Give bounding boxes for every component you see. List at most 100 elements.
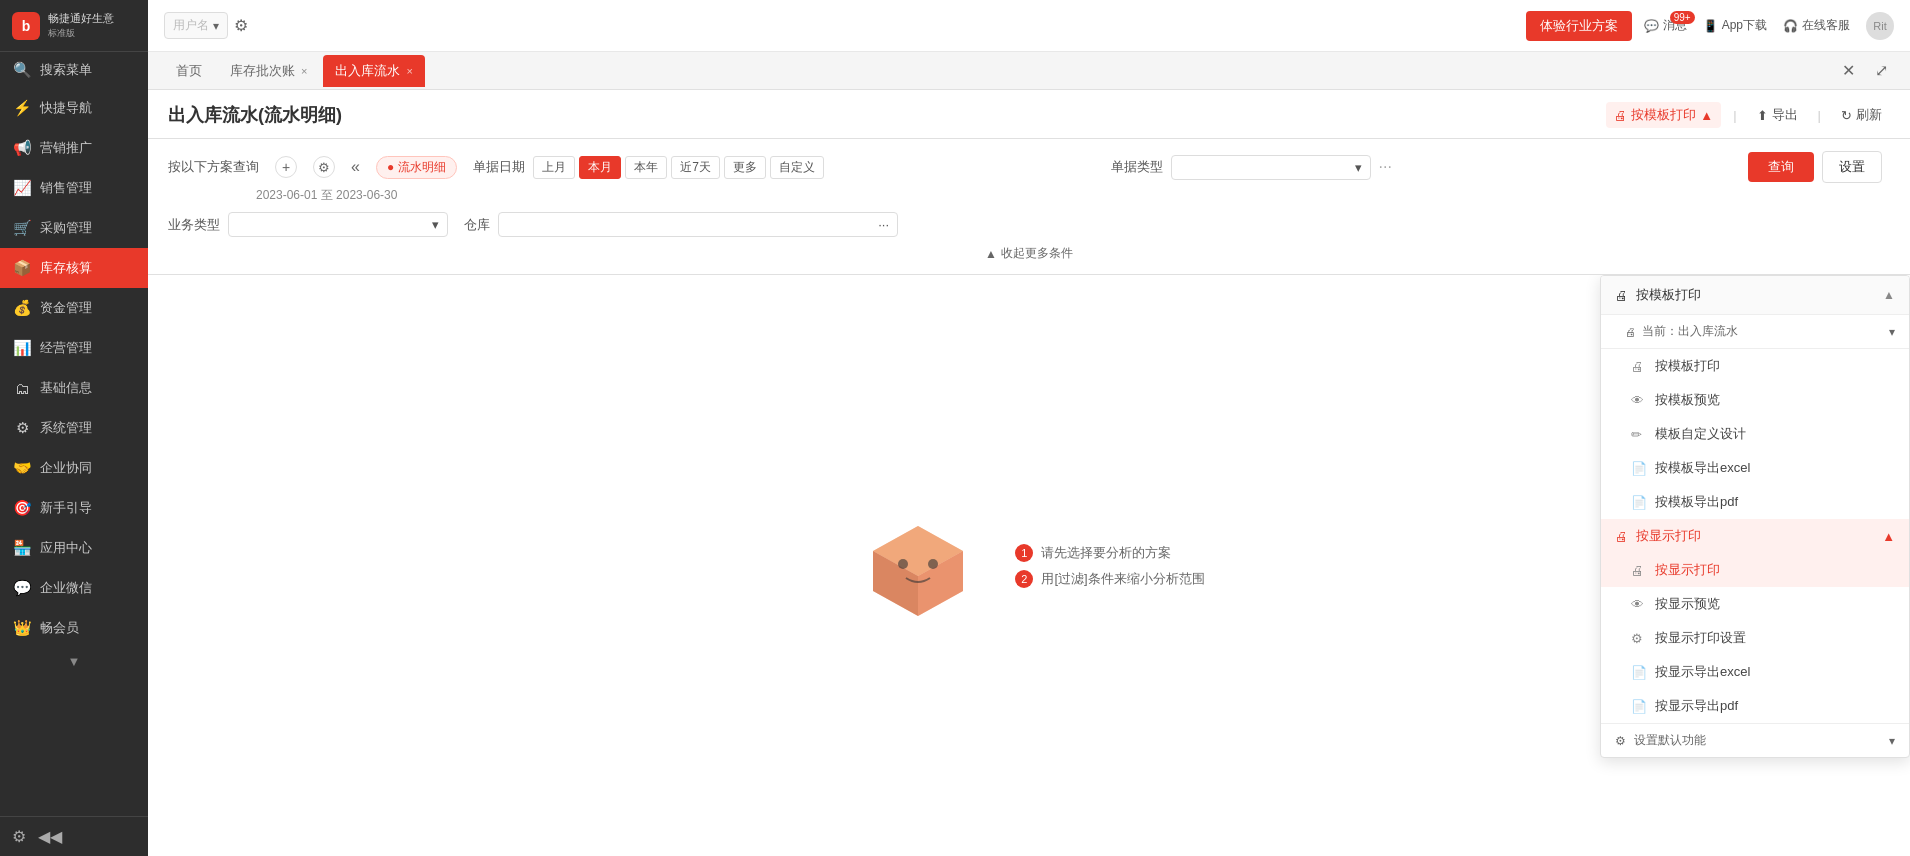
collapse-more-btn[interactable]: ▲ 收起更多条件	[985, 245, 1073, 262]
display-print-label: 按显示打印	[1655, 561, 1720, 579]
date-this-month-btn[interactable]: 本月	[579, 156, 621, 179]
sidebar-item-search[interactable]: 🔍 搜索菜单	[0, 52, 148, 88]
sidebar-item-system[interactable]: ⚙ 系统管理	[0, 408, 148, 448]
sidebar-purchase-label: 采购管理	[40, 219, 92, 237]
app-download-label: App下载	[1722, 17, 1767, 34]
collapse-sidebar-icon[interactable]: ◀◀	[38, 827, 62, 846]
dropdown-item-template-print[interactable]: 🖨 按模板打印	[1601, 349, 1909, 383]
sidebar-item-appstore[interactable]: 🏪 应用中心	[0, 528, 148, 568]
display-pdf-icon: 📄	[1631, 699, 1647, 714]
sidebar-collab-label: 企业协同	[40, 459, 92, 477]
bill-type-more-btn[interactable]: ···	[1379, 158, 1392, 176]
dropdown-footer[interactable]: ⚙ 设置默认功能 ▾	[1601, 723, 1909, 757]
tab-expand-btn[interactable]: ⤢	[1869, 59, 1894, 82]
filter-settings-btn[interactable]: ⚙	[313, 156, 335, 178]
dropdown-current-row[interactable]: 🖨 当前：出入库流水 ▾	[1601, 315, 1909, 349]
sidebar-shortcut-label: 快捷导航	[40, 99, 92, 117]
settings-btn[interactable]: 设置	[1822, 151, 1882, 183]
bill-type-selector[interactable]: ▾	[1171, 155, 1371, 180]
bill-type-chevron: ▾	[1355, 160, 1362, 175]
header-gear-icon[interactable]: ⚙	[234, 16, 248, 35]
tab-home[interactable]: 首页	[164, 55, 214, 87]
marketing-icon: 📢	[12, 138, 32, 158]
biz-type-selector[interactable]: ▾	[228, 212, 448, 237]
refresh-btn[interactable]: ↻ 刷新	[1833, 102, 1890, 128]
app-download-btn[interactable]: 📱 App下载	[1703, 17, 1767, 34]
tab-batch-close[interactable]: ×	[301, 65, 307, 77]
dropdown-item-display-excel[interactable]: 📄 按显示导出excel	[1601, 655, 1909, 689]
print-template-btn[interactable]: 🖨 按模板打印 ▲	[1606, 102, 1721, 128]
hint-num-1: 1	[1015, 544, 1033, 562]
page-header: 出入库流水(流水明细) 🖨 按模板打印 ▲ | ⬆ 导出 | ↻	[148, 90, 1910, 139]
dropdown-item-template-preview[interactable]: 👁 按模板预览	[1601, 383, 1909, 417]
top-header: 用户名 ▾ ⚙ 体验行业方案 💬 消息 99+ 📱 App下载 🎧 在线客服 R…	[148, 0, 1910, 52]
header-user-area: 用户名 ▾ ⚙	[164, 12, 1514, 39]
sidebar-scroll-down[interactable]: ▼	[0, 648, 148, 675]
date-last-month-btn[interactable]: 上月	[533, 156, 575, 179]
tab-flow[interactable]: 出入库流水 ×	[323, 55, 424, 87]
dropdown-item-display-preview[interactable]: 👁 按显示预览	[1601, 587, 1909, 621]
action-buttons: 查询 设置	[1748, 151, 1890, 183]
date-custom-btn[interactable]: 自定义	[770, 156, 824, 179]
warehouse-more-btn[interactable]: ···	[878, 217, 889, 232]
date-this-year-btn[interactable]: 本年	[625, 156, 667, 179]
user-avatar[interactable]: Rit	[1866, 12, 1894, 40]
notice-btn[interactable]: 💬 消息 99+	[1644, 17, 1687, 34]
page-title-row: 出入库流水(流水明细) 🖨 按模板打印 ▲ | ⬆ 导出 | ↻	[168, 102, 1890, 128]
dropdown-item-template-pdf[interactable]: 📄 按模板导出pdf	[1601, 485, 1909, 519]
dropdown-item-display-pdf[interactable]: 📄 按显示导出pdf	[1601, 689, 1909, 723]
sidebar-sales-label: 销售管理	[40, 179, 92, 197]
dropdown-display-section-header[interactable]: 🖨 按显示打印 ▲	[1601, 519, 1909, 553]
sidebar-item-shortcut[interactable]: ⚡ 快捷导航	[0, 88, 148, 128]
refresh-label: 刷新	[1856, 106, 1882, 124]
refresh-icon: ↻	[1841, 108, 1852, 123]
tab-close-all-btn[interactable]: ✕	[1836, 59, 1861, 82]
sidebar-item-basic[interactable]: 🗂 基础信息	[0, 368, 148, 408]
sidebar-item-finance[interactable]: 💰 资金管理	[0, 288, 148, 328]
online-service-btn[interactable]: 🎧 在线客服	[1783, 17, 1850, 34]
sidebar-search-label: 搜索菜单	[40, 61, 92, 79]
date-more-btn[interactable]: 更多	[724, 156, 766, 179]
template-pdf-icon: 📄	[1631, 495, 1647, 510]
filter-tag-icon: ●	[387, 160, 394, 174]
filter-row2: 业务类型 ▾ 仓库 ···	[168, 212, 1890, 237]
sidebar-item-marketing[interactable]: 📢 营销推广	[0, 128, 148, 168]
date-7days-btn[interactable]: 近7天	[671, 156, 720, 179]
filter-collapse-left-btn[interactable]: «	[351, 158, 360, 176]
dropdown-item-display-settings[interactable]: ⚙ 按显示打印设置	[1601, 621, 1909, 655]
dropdown-item-template-design[interactable]: ✏ 模板自定义设计	[1601, 417, 1909, 451]
trial-btn[interactable]: 体验行业方案	[1526, 11, 1632, 41]
tab-bar-actions: ✕ ⤢	[1836, 59, 1894, 82]
sidebar-item-sales[interactable]: 📈 销售管理	[0, 168, 148, 208]
sidebar-item-operation[interactable]: 📊 经营管理	[0, 328, 148, 368]
biz-type-label: 业务类型	[168, 216, 220, 234]
settings-bottom-icon[interactable]: ⚙	[12, 827, 26, 846]
export-btn[interactable]: ⬆ 导出	[1749, 102, 1806, 128]
sidebar-item-purchase[interactable]: 🛒 采购管理	[0, 208, 148, 248]
basic-icon: 🗂	[12, 378, 32, 398]
dropdown-item-display-print[interactable]: 🖨 按显示打印	[1601, 553, 1909, 587]
finance-icon: 💰	[12, 298, 32, 318]
empty-hint-1: 1 请先选择要分析的方案	[1015, 544, 1204, 562]
user-selector[interactable]: 用户名 ▾	[164, 12, 228, 39]
sidebar-item-guide[interactable]: 🎯 新手引导	[0, 488, 148, 528]
dropdown-title: 按模板打印	[1636, 286, 1701, 304]
member-icon: 👑	[12, 618, 32, 638]
sidebar-item-wechat[interactable]: 💬 企业微信	[0, 568, 148, 608]
template-preview-label: 按模板预览	[1655, 391, 1720, 409]
display-excel-label: 按显示导出excel	[1655, 663, 1750, 681]
dropdown-item-template-excel[interactable]: 📄 按模板导出excel	[1601, 451, 1909, 485]
sidebar-item-member[interactable]: 👑 畅会员	[0, 608, 148, 648]
sidebar-item-collab[interactable]: 🤝 企业协同	[0, 448, 148, 488]
search-icon: 🔍	[12, 60, 32, 80]
tab-batch[interactable]: 库存批次账 ×	[218, 55, 319, 87]
query-btn[interactable]: 查询	[1748, 152, 1814, 182]
warehouse-selector[interactable]: ···	[498, 212, 898, 237]
tab-flow-close[interactable]: ×	[406, 65, 412, 77]
sidebar-item-inventory[interactable]: 📦 库存核算	[0, 248, 148, 288]
dropdown-current-chevron: ▾	[1889, 325, 1895, 339]
dropdown-header[interactable]: 🖨 按模板打印 ▲	[1601, 276, 1909, 315]
dropdown-current-icon: 🖨	[1625, 326, 1636, 338]
online-service-label: 在线客服	[1802, 17, 1850, 34]
filter-add-btn[interactable]: +	[275, 156, 297, 178]
